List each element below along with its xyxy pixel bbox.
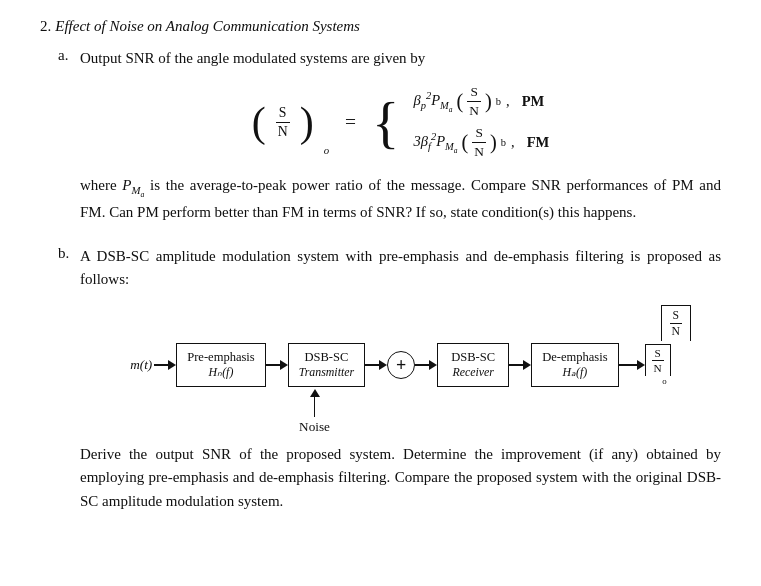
fm-row: 3βf2PMa ( S N ) b , FM <box>413 125 549 160</box>
pre-emphasis-top: Pre-emphasis <box>187 350 255 365</box>
pm-paren-close: ) <box>485 90 492 113</box>
fm-expr: 3βf2PMa <box>413 131 457 155</box>
pm-label: PM <box>522 93 545 110</box>
noise-arrow-line <box>314 397 316 417</box>
de-emphasis-bot: Hₐ(f) <box>542 365 607 380</box>
item-a-description: where PMa is the average-to-peak power r… <box>80 174 721 224</box>
dsb-rx-top: DSB-SC <box>448 350 498 365</box>
pre-emphasis-block: Pre-emphasis Hₙ(f) <box>176 343 266 387</box>
equals-sign: = <box>345 111 356 133</box>
arrow-3 <box>365 360 387 370</box>
input-signal-label: m(t) <box>130 357 152 373</box>
noise-section: Noise <box>299 389 498 435</box>
item-b-label: b. <box>58 245 74 262</box>
lhs-open-paren: ( <box>252 101 266 143</box>
arrow-4 <box>415 360 437 370</box>
noise-label: Noise <box>299 419 330 435</box>
de-emphasis-block: De-emphasis Hₐ(f) <box>531 343 618 387</box>
block-diagram: S N m(t) Pre-e <box>80 305 721 435</box>
fm-paren-open: ( <box>462 131 469 154</box>
dsb-tx-bot: Transmitter <box>299 365 354 380</box>
pm-sub-b: b <box>496 96 501 107</box>
arrow-5 <box>509 360 531 370</box>
item-b-description: Derive the output SNR of the proposed sy… <box>80 443 721 513</box>
de-emphasis-top: De-emphasis <box>542 350 607 365</box>
pm-row: βp2PMa ( S N ) b , PM <box>413 84 544 119</box>
out-sub: o <box>662 376 666 386</box>
lhs-close-paren: ) <box>300 101 314 143</box>
lhs-den: N <box>276 124 290 140</box>
section-title: Effect of Noise on Analog Communication … <box>55 18 360 35</box>
fm-sub-b: b <box>501 137 506 148</box>
section-number: 2. <box>40 18 51 35</box>
fm-snr-frac: S N <box>472 125 486 160</box>
item-b-intro: A DSB-SC amplitude modulation system wit… <box>80 245 721 292</box>
dsb-rx-bot: Receiver <box>448 365 498 380</box>
arrow-6 <box>619 360 645 370</box>
sum-junction: + <box>387 351 415 379</box>
item-a-intro: Output SNR of the angle modulated system… <box>80 47 721 70</box>
pm-snr-frac: S N <box>467 84 481 119</box>
lhs-num: S <box>277 105 289 121</box>
dsb-transmitter-block: DSB-SC Transmitter <box>288 343 365 387</box>
lhs-subscript: o <box>324 144 329 156</box>
fm-paren-close: ) <box>490 131 497 154</box>
pm-expr: βp2PMa <box>413 90 452 114</box>
noise-arrow: Noise <box>299 389 330 435</box>
output-snr-frac: S N <box>670 309 682 338</box>
output-snr-label: S N o <box>645 344 671 386</box>
rhs-cases: βp2PMa ( S N ) b , PM <box>413 84 549 160</box>
arrow-1 <box>154 360 176 370</box>
pm-paren-open: ( <box>457 90 464 113</box>
pre-emphasis-bot: Hₙ(f) <box>187 365 255 380</box>
lhs-fraction: S N <box>276 105 290 140</box>
arrow-2 <box>266 360 288 370</box>
noise-arrow-head <box>310 389 320 397</box>
dsb-receiver-block: DSB-SC Receiver <box>437 343 509 387</box>
dsb-tx-top: DSB-SC <box>299 350 354 365</box>
big-brace: { <box>372 94 399 151</box>
item-a-label: a. <box>58 47 74 64</box>
snr-formula: ( S N ) o = { βp2PMa <box>80 84 721 160</box>
diagram-flow: m(t) Pre-emphasis Hₙ(f) <box>130 343 671 387</box>
out-frac: S N <box>652 347 664 374</box>
output-snr-box: S N <box>661 305 691 341</box>
fm-label: FM <box>527 134 550 151</box>
